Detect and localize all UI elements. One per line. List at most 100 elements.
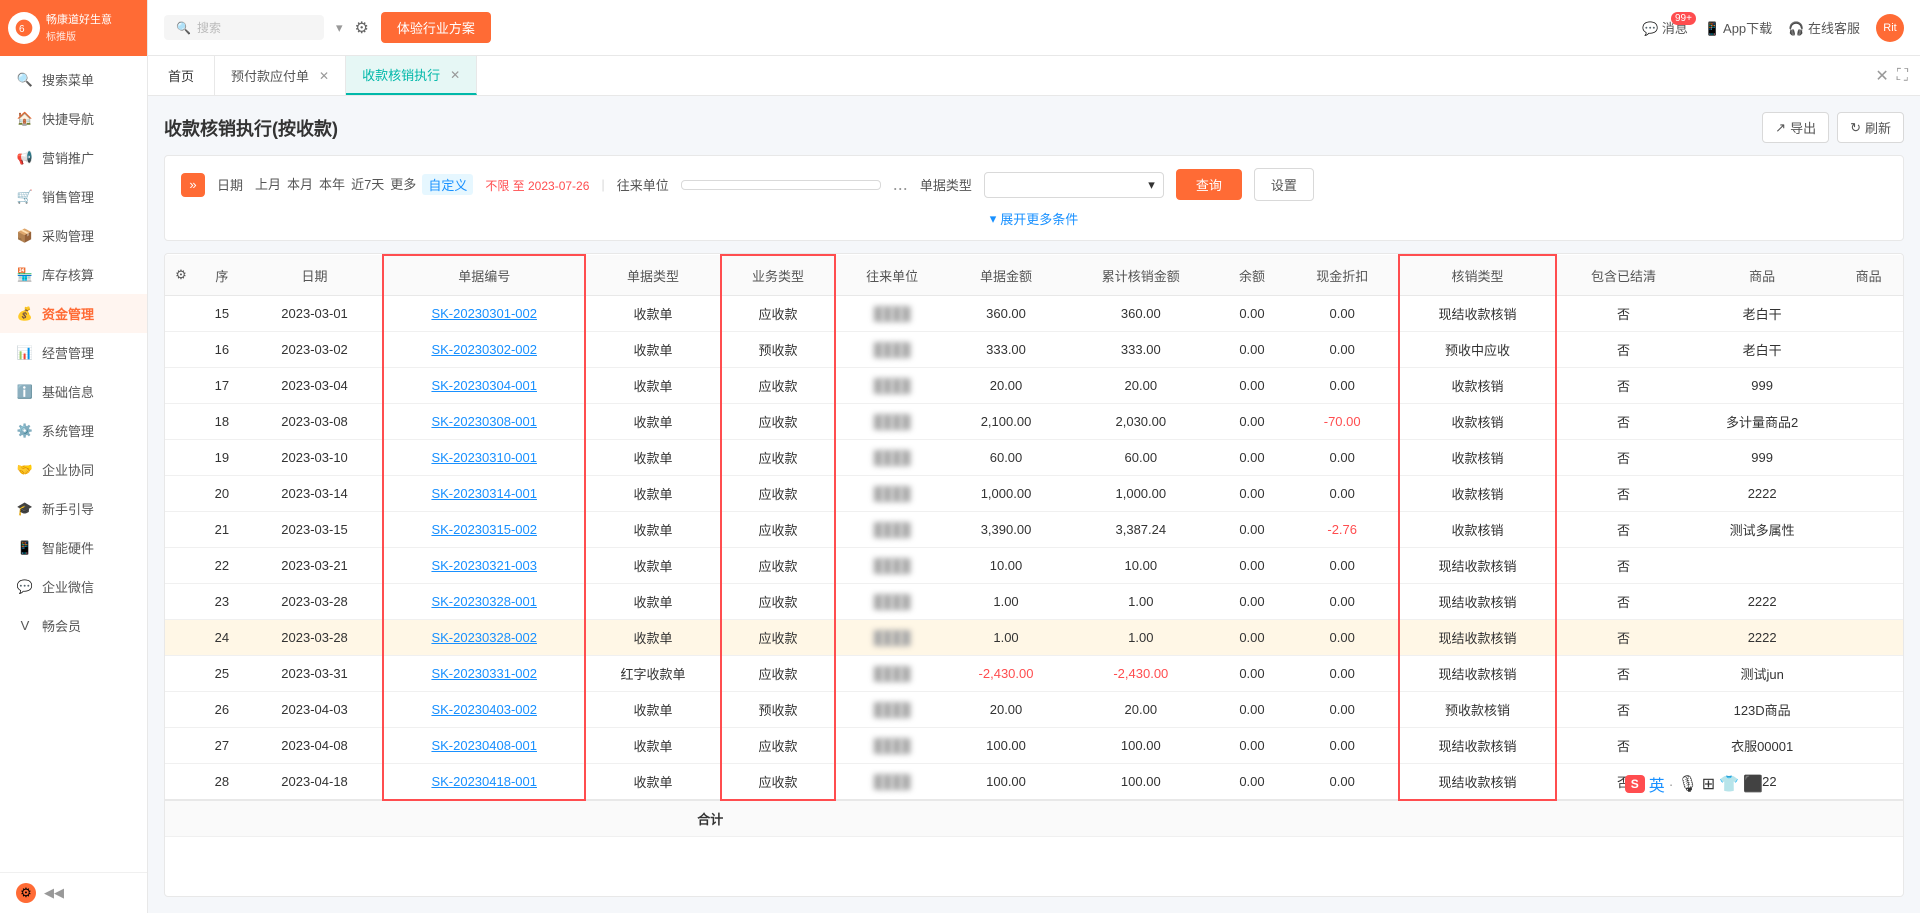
- sidebar-item-quicknav[interactable]: 🏠 快捷导航: [0, 99, 147, 138]
- bill-no-cell[interactable]: SK-20230408-001: [383, 728, 585, 764]
- date-link-custom[interactable]: 自定义: [422, 174, 473, 195]
- bill-no-cell[interactable]: SK-20230302-002: [383, 332, 585, 368]
- tab-prepay[interactable]: 预付款应付单 ✕: [215, 56, 346, 95]
- sidebar-item-inventory[interactable]: 🏪 库存核算: [0, 255, 147, 294]
- sidebar-item-label: 采购管理: [42, 226, 94, 245]
- user-avatar[interactable]: Rit: [1876, 14, 1904, 42]
- sidebar-bottom: ⚙ ◀◀: [0, 872, 147, 913]
- th-settings[interactable]: ⚙: [165, 255, 197, 296]
- settings-bottom-icon[interactable]: ⚙: [16, 883, 36, 903]
- sidebar-item-purchase[interactable]: 📦 采购管理: [0, 216, 147, 255]
- table-cell: 0.00: [1286, 656, 1399, 692]
- sidebar-item-finance[interactable]: 💰 资金管理: [0, 294, 147, 333]
- sidebar-item-label: 企业微信: [42, 577, 94, 596]
- date-link-7days[interactable]: 近7天: [351, 174, 384, 195]
- settings-button[interactable]: 设置: [1254, 168, 1314, 201]
- bill-no-cell[interactable]: SK-20230308-001: [383, 404, 585, 440]
- dropdown-arrow[interactable]: ▾: [336, 20, 343, 36]
- refresh-button[interactable]: ↻ 刷新: [1837, 112, 1904, 143]
- date-link-this-month[interactable]: 本月: [287, 174, 313, 195]
- bill-no-cell[interactable]: SK-20230304-001: [383, 368, 585, 404]
- date-range-display: 不限 至 2023-07-26: [485, 177, 589, 194]
- sidebar-item-sales[interactable]: 🛒 销售管理: [0, 177, 147, 216]
- sidebar-item-wechat[interactable]: 💬 企业微信: [0, 567, 147, 606]
- filter-dots[interactable]: ...: [893, 174, 908, 195]
- table-cell: 否: [1556, 332, 1690, 368]
- table-cell: 20.00: [1064, 692, 1218, 728]
- bill-no-cell[interactable]: SK-20230301-002: [383, 296, 585, 332]
- sidebar-item-operation[interactable]: 📊 经营管理: [0, 333, 147, 372]
- bill-no-cell[interactable]: SK-20230418-001: [383, 764, 585, 801]
- bill-no-cell[interactable]: SK-20230321-003: [383, 548, 585, 584]
- verify-type-cell: 现结收款核销: [1399, 764, 1556, 801]
- sidebar-item-label: 系统管理: [42, 421, 94, 440]
- table-cell: [165, 512, 197, 548]
- table-cell: [1834, 728, 1903, 764]
- bill-no-cell[interactable]: SK-20230315-002: [383, 512, 585, 548]
- sidebar-item-marketing[interactable]: 📢 营销推广: [0, 138, 147, 177]
- table-cell: 收款单: [585, 476, 721, 512]
- table-cell: ████: [835, 692, 948, 728]
- tab-collection[interactable]: 收款核销执行 ✕: [346, 56, 477, 95]
- tab-home[interactable]: 首页: [148, 56, 215, 95]
- partner-input[interactable]: [681, 180, 881, 190]
- verify-type-cell: 现结收款核销: [1399, 620, 1556, 656]
- sidebar-item-hardware[interactable]: 📱 智能硬件: [0, 528, 147, 567]
- sidebar-item-guide[interactable]: 🎓 新手引导: [0, 489, 147, 528]
- topbar-search[interactable]: 🔍 搜索: [164, 15, 324, 40]
- biz-type-cell: 应收款: [721, 728, 835, 764]
- tab-fullscreen-icon[interactable]: ⛶: [1897, 67, 1908, 85]
- table-cell: 2,100.00: [948, 404, 1064, 440]
- table-cell: [165, 656, 197, 692]
- table-cell: 2023-03-28: [247, 584, 383, 620]
- table-cell: 100.00: [1064, 764, 1218, 801]
- sidebar-item-system[interactable]: ⚙️ 系统管理: [0, 411, 147, 450]
- table-cell: 22: [197, 548, 247, 584]
- filter-expand-row[interactable]: ▾ 展开更多条件: [181, 209, 1887, 228]
- table-cell: 0.00: [1218, 332, 1287, 368]
- tab-prepay-close[interactable]: ✕: [319, 69, 329, 83]
- sidebar-item-basic[interactable]: ℹ️ 基础信息: [0, 372, 147, 411]
- app-download[interactable]: 📱 App下载: [1704, 18, 1772, 37]
- filter-expand-button[interactable]: »: [181, 173, 205, 197]
- bill-no-cell[interactable]: SK-20230314-001: [383, 476, 585, 512]
- export-button[interactable]: ↗ 导出: [1762, 112, 1829, 143]
- table-cell: 收款单: [585, 764, 721, 801]
- table-cell: 1,000.00: [1064, 476, 1218, 512]
- date-link-this-year[interactable]: 本年: [319, 174, 345, 195]
- bill-no-cell[interactable]: SK-20230328-002: [383, 620, 585, 656]
- topbar-settings-icon[interactable]: ⚙: [355, 18, 369, 38]
- table-row: 162023-03-02SK-20230302-002收款单预收款████333…: [165, 332, 1903, 368]
- tab-collection-close[interactable]: ✕: [450, 68, 460, 82]
- table-cell: -70.00: [1286, 404, 1399, 440]
- bill-no-cell[interactable]: SK-20230310-001: [383, 440, 585, 476]
- bill-no-cell[interactable]: SK-20230328-001: [383, 584, 585, 620]
- sidebar-item-corp[interactable]: 🤝 企业协同: [0, 450, 147, 489]
- sidebar-item-search[interactable]: 🔍 搜索菜单: [0, 60, 147, 99]
- sidebar-collapse-icon[interactable]: ◀◀: [44, 885, 64, 901]
- table-cell: 0.00: [1286, 296, 1399, 332]
- solution-button[interactable]: 体验行业方案: [381, 12, 491, 43]
- bill-no-cell[interactable]: SK-20230331-002: [383, 656, 585, 692]
- date-link-last-month[interactable]: 上月: [255, 174, 281, 195]
- headset-icon: 🎧: [1788, 21, 1804, 36]
- sidebar-item-member[interactable]: V 畅会员: [0, 606, 147, 645]
- table-cell: 2,030.00: [1064, 404, 1218, 440]
- table-container: ⚙ 序 日期 单据编号 单据类型 业务类型 往来单位 单据金额 累计核销金额 余…: [164, 253, 1904, 897]
- data-table: ⚙ 序 日期 单据编号 单据类型 业务类型 往来单位 单据金额 累计核销金额 余…: [165, 254, 1903, 837]
- date-link-more[interactable]: 更多: [390, 174, 416, 195]
- tab-collection-label: 收款核销执行: [362, 65, 440, 84]
- bill-type-select[interactable]: ▾: [984, 172, 1164, 198]
- notification-area[interactable]: 💬 消息 99+: [1642, 18, 1688, 37]
- biz-type-cell: 预收款: [721, 692, 835, 728]
- tab-close-window-icon[interactable]: ✕: [1875, 66, 1888, 86]
- table-cell: [165, 692, 197, 728]
- table-cell: 收款单: [585, 692, 721, 728]
- online-service[interactable]: 🎧 在线客服: [1788, 18, 1860, 37]
- bill-no-cell[interactable]: SK-20230403-002: [383, 692, 585, 728]
- biz-type-cell: 应收款: [721, 620, 835, 656]
- query-button[interactable]: 查询: [1176, 169, 1242, 200]
- biz-type-cell: 应收款: [721, 548, 835, 584]
- table-cell: ████: [835, 620, 948, 656]
- member-icon: V: [16, 617, 34, 635]
